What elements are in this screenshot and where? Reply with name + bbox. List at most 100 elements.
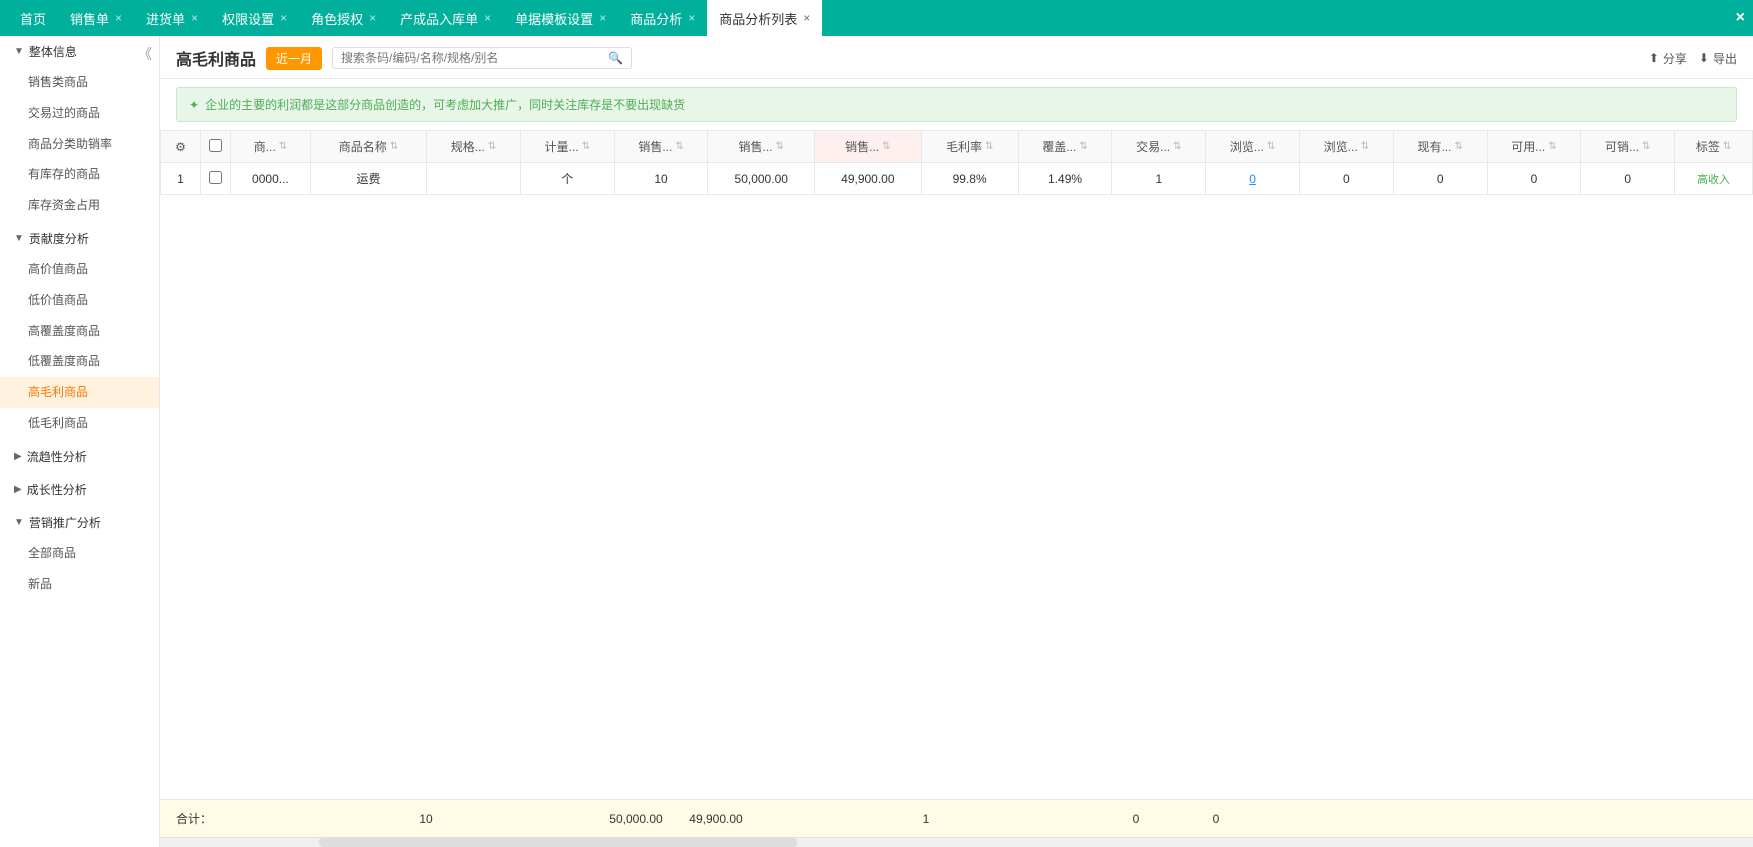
scrollbar-thumb[interactable] <box>319 838 797 847</box>
th-current[interactable]: 现有... ⇅ <box>1393 131 1487 163</box>
close-all-tabs[interactable]: × <box>1736 9 1745 27</box>
row-checkbox[interactable] <box>209 171 222 184</box>
nav-tab-analysis[interactable]: 商品分析 × <box>618 0 707 36</box>
sidebar-item-stock-goods[interactable]: 有库存的商品 <box>0 159 159 190</box>
close-template-tab[interactable]: × <box>599 11 606 25</box>
sidebar-group-growth-title[interactable]: ▶ 成长性分析 <box>0 474 159 505</box>
row-coverage: 1.49% <box>1018 163 1112 195</box>
close-analysis-tab[interactable]: × <box>688 11 695 25</box>
th-sellable[interactable]: 可销... ⇅ <box>1581 131 1675 163</box>
close-sales-tab[interactable]: × <box>115 11 122 25</box>
sort-icon-spec: ⇅ <box>488 141 496 152</box>
nav-tab-analysis-list[interactable]: 商品分析列表 × <box>707 0 822 36</box>
arrow-down-icon2: ▼ <box>14 233 24 244</box>
search-icon[interactable]: 🔍 <box>608 51 623 65</box>
sort-icon-browse2: ⇅ <box>1361 141 1369 152</box>
sidebar-item-high-coverage[interactable]: 高覆盖度商品 <box>0 316 159 347</box>
th-spec[interactable]: 规格... ⇅ <box>427 131 521 163</box>
sidebar-item-category-rate[interactable]: 商品分类助销率 <box>0 129 159 160</box>
sidebar-group-marketing-title[interactable]: ▼ 营销推广分析 <box>0 507 159 538</box>
close-permission-tab[interactable]: × <box>280 11 287 25</box>
sidebar-item-sales-goods[interactable]: 销售类商品 <box>0 67 159 98</box>
th-coverage[interactable]: 覆盖... ⇅ <box>1018 131 1112 163</box>
nav-tab-permission[interactable]: 权限设置 × <box>210 0 299 36</box>
footer-values: 10 50,000.00 49,900.00 1 0 0 <box>256 812 1737 826</box>
row-browse1[interactable]: 0 <box>1206 163 1300 195</box>
tip-bar: ✦ 企业的主要的利润都是这部分商品创造的，可考虑加大推广，同时关注库存是不要出现… <box>176 87 1737 122</box>
sidebar-item-stock-capital[interactable]: 库存资金占用 <box>0 190 159 221</box>
sort-icon-code: ⇅ <box>279 141 287 152</box>
row-sellable: 0 <box>1581 163 1675 195</box>
export-icon: ⬇ <box>1699 51 1709 65</box>
row-browse2: 0 <box>1299 163 1393 195</box>
sidebar-group-contribution: ▼ 贡献度分析 高价值商品 低价值商品 高覆盖度商品 低覆盖度商品 高毛利商品 … <box>0 223 159 439</box>
sidebar-item-high-profit[interactable]: 高毛利商品 <box>0 377 159 408</box>
th-unit[interactable]: 计量... ⇅ <box>520 131 614 163</box>
tip-icon: ✦ <box>189 98 199 112</box>
row-tag: 高收入 <box>1675 163 1753 195</box>
footer-current: 0 <box>1096 812 1176 826</box>
th-code[interactable]: 商... ⇅ <box>231 131 311 163</box>
sidebar-item-all-goods[interactable]: 全部商品 <box>0 538 159 569</box>
th-trade[interactable]: 交易... ⇅ <box>1112 131 1206 163</box>
th-tag[interactable]: 标签 ⇅ <box>1675 131 1753 163</box>
bottom-scrollbar[interactable] <box>160 837 1753 847</box>
sidebar-item-high-value[interactable]: 高价值商品 <box>0 254 159 285</box>
sidebar-item-traded-goods[interactable]: 交易过的商品 <box>0 98 159 129</box>
nav-tab-home[interactable]: 首页 <box>8 0 58 36</box>
th-sales1[interactable]: 销售... ⇅ <box>614 131 708 163</box>
nav-tab-sales[interactable]: 销售单 × <box>58 0 134 36</box>
browse1-link[interactable]: 0 <box>1249 172 1256 186</box>
row-gross: 99.8% <box>921 163 1018 195</box>
sidebar-group-trend-title[interactable]: ▶ 流趋性分析 <box>0 441 159 472</box>
nav-tab-template[interactable]: 单据模板设置 × <box>503 0 618 36</box>
main-layout: 《 ▼ 整体信息 销售类商品 交易过的商品 商品分类助销率 有库存的商品 库存资… <box>0 36 1753 847</box>
sidebar-collapse-btn[interactable]: 《 <box>135 44 155 64</box>
sort-icon-name: ⇅ <box>390 141 398 152</box>
th-gross[interactable]: 毛利率 ⇅ <box>921 131 1018 163</box>
sidebar-item-low-profit[interactable]: 低毛利商品 <box>0 408 159 439</box>
close-stockin-tab[interactable]: × <box>484 11 491 25</box>
row-sales1: 10 <box>614 163 708 195</box>
nav-tab-stockin[interactable]: 产成品入库单 × <box>388 0 503 36</box>
time-filter-btn[interactable]: 近一月 <box>266 47 322 70</box>
sort-icon-available: ⇅ <box>1548 141 1556 152</box>
th-name[interactable]: 商品名称 ⇅ <box>310 131 426 163</box>
tag-badge: 高收入 <box>1697 174 1730 186</box>
select-all-checkbox[interactable] <box>209 139 222 152</box>
top-nav: 首页 销售单 × 进货单 × 权限设置 × 角色授权 × 产成品入库单 × 单据… <box>0 0 1753 36</box>
sort-icon-sales2: ⇅ <box>776 141 784 152</box>
sort-icon-sellable: ⇅ <box>1642 141 1650 152</box>
sort-icon-gross: ⇅ <box>985 141 993 152</box>
search-box: 🔍 <box>332 47 632 69</box>
row-code: 0000... <box>231 163 311 195</box>
export-btn[interactable]: ⬇ 导出 <box>1699 50 1737 67</box>
search-input[interactable] <box>341 51 608 65</box>
share-btn[interactable]: ⬆ 分享 <box>1649 50 1687 67</box>
th-browse1[interactable]: 浏览... ⇅ <box>1206 131 1300 163</box>
row-checkbox-cell[interactable] <box>201 163 231 195</box>
th-settings[interactable]: ⚙ <box>161 131 201 163</box>
th-checkbox[interactable] <box>201 131 231 163</box>
th-sales2[interactable]: 销售... ⇅ <box>708 131 815 163</box>
close-role-tab[interactable]: × <box>369 11 376 25</box>
sidebar-item-low-value[interactable]: 低价值商品 <box>0 285 159 316</box>
sidebar: 《 ▼ 整体信息 销售类商品 交易过的商品 商品分类助销率 有库存的商品 库存资… <box>0 36 160 847</box>
sidebar-item-low-coverage[interactable]: 低覆盖度商品 <box>0 346 159 377</box>
row-name: 运费 <box>310 163 426 195</box>
sidebar-group-trend: ▶ 流趋性分析 <box>0 441 159 472</box>
sidebar-item-new-goods[interactable]: 新品 <box>0 569 159 600</box>
footer-sales2: 50,000.00 <box>596 812 676 826</box>
sidebar-group-contribution-title[interactable]: ▼ 贡献度分析 <box>0 223 159 254</box>
th-sales3[interactable]: 销售... ⇅ <box>815 131 922 163</box>
th-available[interactable]: 可用... ⇅ <box>1487 131 1581 163</box>
settings-icon[interactable]: ⚙ <box>175 140 186 154</box>
table-container[interactable]: ⚙ 商... ⇅ 商品名称 <box>160 130 1753 799</box>
sidebar-group-marketing: ▼ 营销推广分析 全部商品 新品 <box>0 507 159 600</box>
arrow-down-icon: ▼ <box>14 46 24 57</box>
th-browse2[interactable]: 浏览... ⇅ <box>1299 131 1393 163</box>
nav-tab-role[interactable]: 角色授权 × <box>299 0 388 36</box>
nav-tab-purchase[interactable]: 进货单 × <box>134 0 210 36</box>
close-purchase-tab[interactable]: × <box>191 11 198 25</box>
close-analysis-list-tab[interactable]: × <box>803 11 810 25</box>
